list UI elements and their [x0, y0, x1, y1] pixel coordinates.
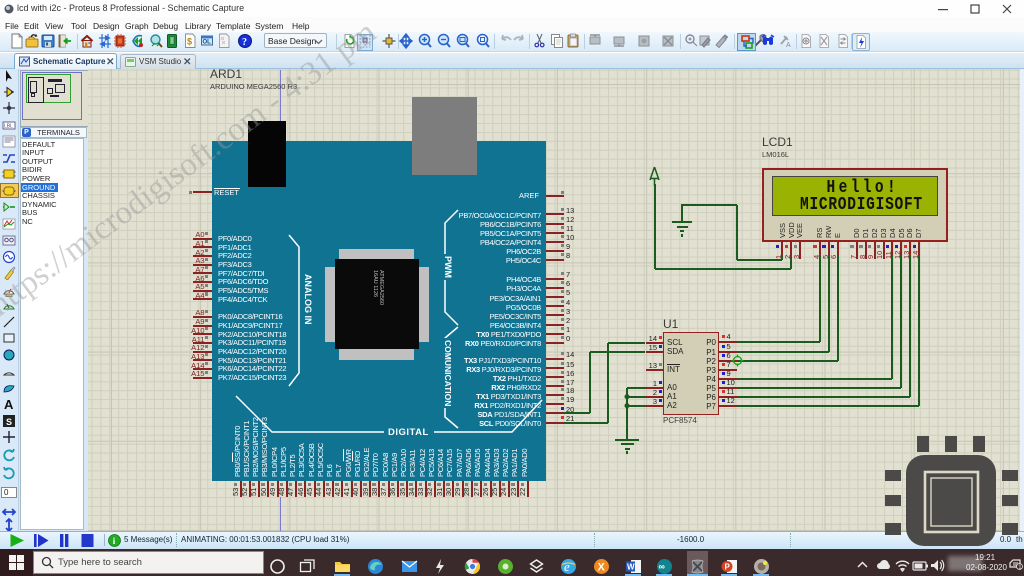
svg-text:LBL: LBL [4, 123, 13, 129]
svg-text:W: W [627, 563, 635, 572]
svg-text:A: A [4, 397, 14, 411]
svg-text:?: ? [242, 37, 247, 48]
svg-text:S: S [6, 417, 12, 427]
svg-text:∞: ∞ [658, 562, 665, 572]
svg-text:OL: OL [202, 40, 211, 46]
svg-text:e: e [564, 559, 570, 574]
svg-text:X: X [597, 562, 605, 574]
svg-text:P: P [724, 563, 730, 572]
svg-text:$: $ [187, 37, 192, 47]
svg-text:A: A [786, 42, 791, 49]
